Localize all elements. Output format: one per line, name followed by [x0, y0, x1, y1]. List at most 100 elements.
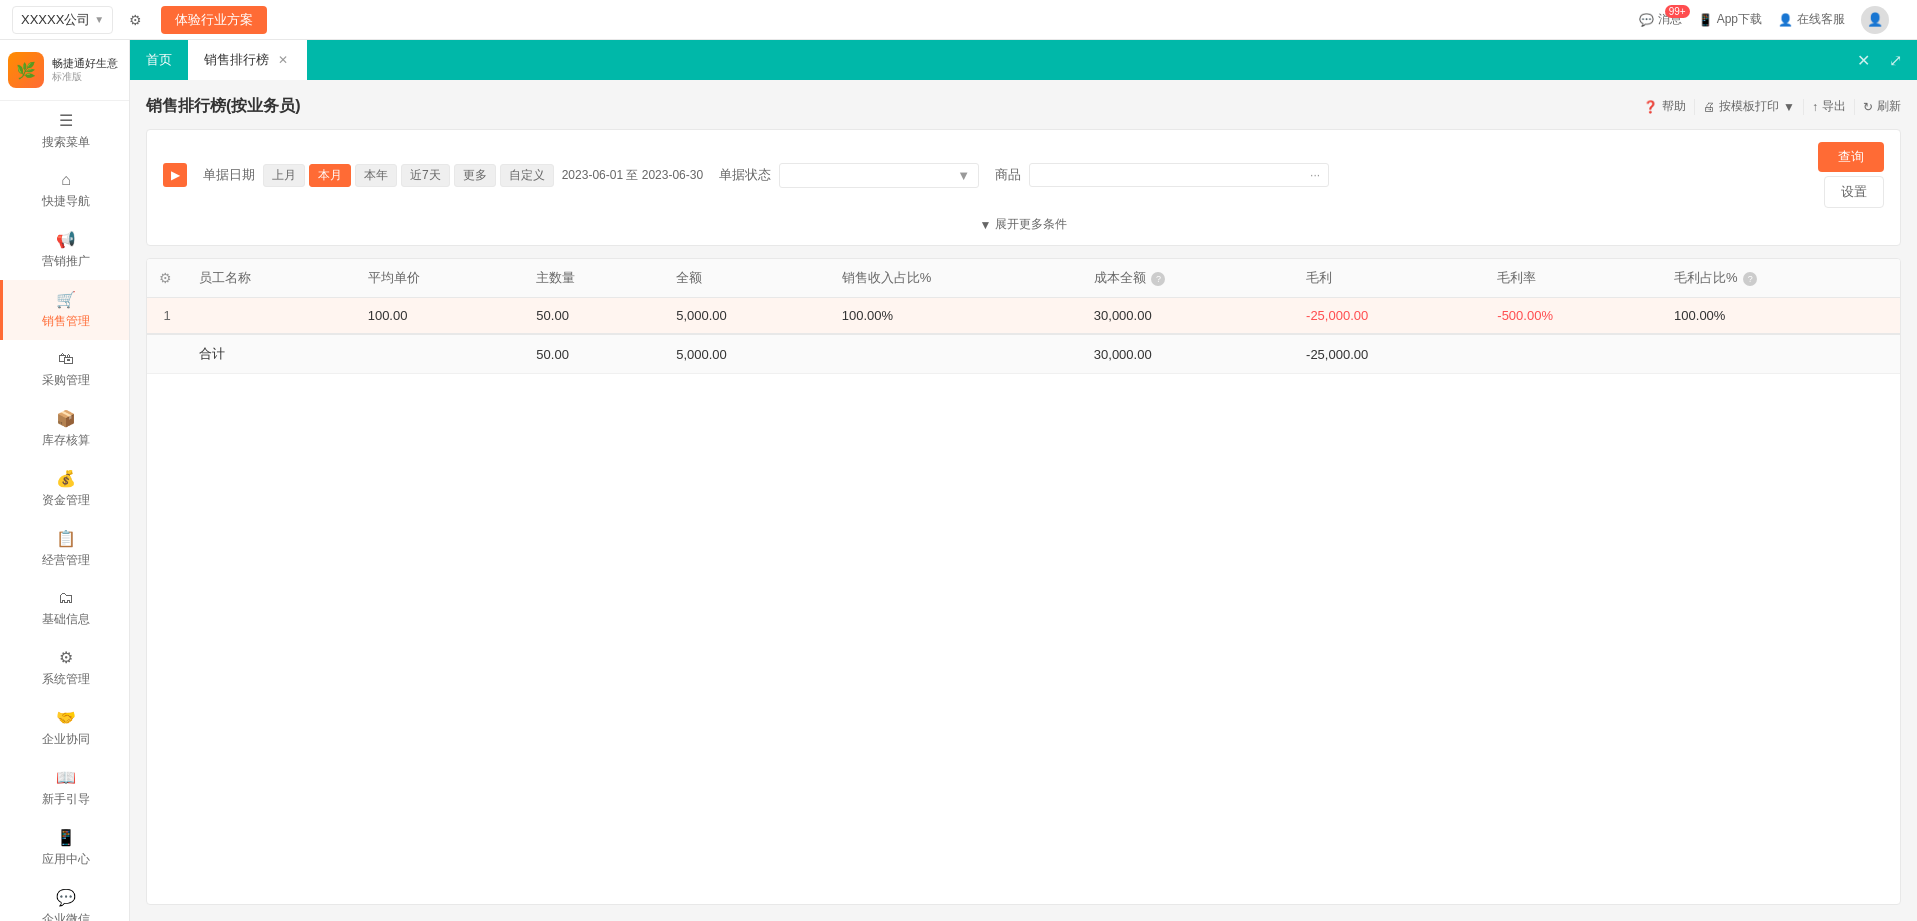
system-icon: ⚙: [59, 648, 73, 667]
query-button[interactable]: 查询: [1818, 142, 1884, 172]
sidebar-item-search-order[interactable]: ☰ 搜索菜单: [0, 101, 129, 161]
th-cost: 成本全额 ?: [1082, 259, 1294, 298]
message-badge: 99+: [1665, 5, 1690, 18]
finance-icon: 💰: [56, 469, 76, 488]
expand-label: 展开更多条件: [995, 216, 1067, 233]
sidebar-item-guide[interactable]: 📖 新手引导: [0, 758, 129, 818]
refresh-button[interactable]: ↻ 刷新: [1863, 98, 1901, 115]
settings-icon[interactable]: ⚙: [121, 6, 149, 34]
page-title: 销售排行榜(按业务员): [146, 96, 301, 117]
tab-home-label: 首页: [146, 51, 172, 69]
tab-expand-icon[interactable]: ⤢: [1881, 46, 1909, 74]
export-button[interactable]: ↑ 导出: [1812, 98, 1846, 115]
sidebar-item-wechat[interactable]: 💬 企业微信: [0, 878, 129, 921]
footer-qty: 50.00: [524, 334, 664, 374]
tab-sales-rank-label: 销售排行榜: [204, 51, 269, 69]
app-label: App下载: [1717, 11, 1762, 28]
date-btn-last-month[interactable]: 上月: [263, 164, 305, 187]
export-label: 导出: [1822, 98, 1846, 115]
avatar[interactable]: 👤: [1861, 6, 1889, 34]
sidebar-label-app-center: 应用中心: [42, 851, 90, 868]
date-btn-this-month[interactable]: 本月: [309, 164, 351, 187]
base-info-icon: 🗂: [58, 589, 74, 607]
date-btn-more[interactable]: 更多: [454, 164, 496, 187]
sidebar-label-operation: 经营管理: [42, 552, 90, 569]
tab-close-all-icon[interactable]: ✕: [1849, 46, 1877, 74]
tab-home[interactable]: 首页: [130, 40, 188, 80]
help-button[interactable]: ❓ 帮助: [1643, 98, 1686, 115]
divider-2: [1803, 99, 1804, 115]
filter-settings-button[interactable]: 设置: [1824, 176, 1884, 208]
sidebar-item-quick-nav[interactable]: ⌂ 快捷导航: [0, 161, 129, 220]
online-service-button[interactable]: 👤 在线客服: [1778, 11, 1845, 28]
goods-filter: 商品 ···: [995, 163, 1329, 187]
tab-close-icon[interactable]: ✕: [275, 52, 291, 68]
sidebar-item-base-info[interactable]: 🗂 基础信息: [0, 579, 129, 638]
sidebar-label-marketing: 营销推广: [42, 253, 90, 270]
th-gross-pct: 毛利占比% ?: [1662, 259, 1900, 298]
filter-actions: 查询 设置: [1818, 142, 1884, 208]
tab-bar-actions: ✕ ⤢: [1841, 40, 1917, 80]
footer-gross-pct: [1662, 334, 1900, 374]
goods-more-icon[interactable]: ···: [1310, 168, 1320, 182]
goods-label: 商品: [995, 166, 1021, 184]
cell-avg-price: 100.00: [356, 298, 525, 335]
sidebar-item-sales[interactable]: 🛒 销售管理: [0, 280, 129, 340]
date-btn-this-year[interactable]: 本年: [355, 164, 397, 187]
data-table: ⚙ 员工名称 平均单价 主数量 全额 销售收入占比% 成本全额 ? 毛利: [147, 259, 1900, 374]
sidebar-item-finance[interactable]: 💰 资金管理: [0, 459, 129, 519]
company-chevron: ▼: [94, 14, 104, 25]
operation-icon: 📋: [56, 529, 76, 548]
quick-nav-icon: ⌂: [61, 171, 71, 189]
company-selector[interactable]: XXXXX公司 ▼: [12, 6, 113, 34]
wechat-icon: 💬: [56, 888, 76, 907]
message-button[interactable]: 💬 消息 99+: [1639, 11, 1682, 28]
page-actions: ❓ 帮助 🖨 按模板打印 ▼ ↑ 导出: [1643, 98, 1901, 115]
date-btn-7days[interactable]: 近7天: [401, 164, 450, 187]
sidebar-item-inventory[interactable]: 📦 库存核算: [0, 399, 129, 459]
app-download-button[interactable]: 📱 App下载: [1698, 11, 1762, 28]
cost-info-icon[interactable]: ?: [1151, 272, 1165, 286]
sidebar-item-system[interactable]: ⚙ 系统管理: [0, 638, 129, 698]
footer-sales-pct: [830, 334, 1082, 374]
expand-button[interactable]: ▼ 展开更多条件: [980, 216, 1068, 233]
sidebar-label-system: 系统管理: [42, 671, 90, 688]
template-print-label: 按模板打印: [1719, 98, 1779, 115]
cell-gross-rate: -500.00%: [1485, 298, 1662, 335]
template-print-button[interactable]: 🖨 按模板打印 ▼: [1703, 98, 1795, 115]
trial-button[interactable]: 体验行业方案: [161, 6, 267, 34]
expand-row: ▼ 展开更多条件: [163, 216, 1884, 233]
print-icon: 🖨: [1703, 100, 1715, 114]
sidebar-item-purchase[interactable]: 🛍 采购管理: [0, 340, 129, 399]
status-chevron-icon: ▼: [957, 168, 970, 183]
tab-sales-rank[interactable]: 销售排行榜 ✕: [188, 40, 307, 80]
sidebar-logo: 🌿 畅捷通好生意 标准版: [0, 40, 129, 101]
service-icon: 👤: [1778, 13, 1793, 27]
sidebar-label-quick-nav: 快捷导航: [42, 193, 90, 210]
date-filter: 单据日期 上月 本月 本年 近7天 更多 自定义 2023-06-01 至 20…: [203, 164, 703, 187]
table-settings-icon[interactable]: ⚙: [159, 270, 172, 286]
filter-toggle-icon: ▶: [171, 168, 180, 182]
sidebar-item-marketing[interactable]: 📢 营销推广: [0, 220, 129, 280]
date-range: 2023-06-01 至 2023-06-30: [562, 167, 703, 184]
gross-pct-info-icon[interactable]: ?: [1743, 272, 1757, 286]
filter-toggle-button[interactable]: ▶: [163, 163, 187, 187]
sidebar-item-app-center[interactable]: 📱 应用中心: [0, 818, 129, 878]
th-gross-rate: 毛利率: [1485, 259, 1662, 298]
date-btn-custom[interactable]: 自定义: [500, 164, 554, 187]
company-name: XXXXX公司: [21, 11, 90, 29]
sales-icon: 🛒: [56, 290, 76, 309]
top-bar: XXXXX公司 ▼ ⚙ 体验行业方案 💬 消息 99+ 📱 App下载 👤 在线…: [0, 0, 1917, 40]
sidebar-label-finance: 资金管理: [42, 492, 90, 509]
status-select[interactable]: ▼: [779, 163, 979, 188]
sidebar-item-operation[interactable]: 📋 经营管理: [0, 519, 129, 579]
service-label: 在线客服: [1797, 11, 1845, 28]
top-bar-right: 💬 消息 99+ 📱 App下载 👤 在线客服 👤: [1639, 6, 1905, 34]
date-buttons: 上月 本月 本年 近7天 更多 自定义: [263, 164, 554, 187]
table-section: ⚙ 员工名称 平均单价 主数量 全额 销售收入占比% 成本全额 ? 毛利: [146, 258, 1901, 905]
date-label: 单据日期: [203, 166, 255, 184]
goods-input[interactable]: ···: [1029, 163, 1329, 187]
sidebar-item-cooperation[interactable]: 🤝 企业协同: [0, 698, 129, 758]
page-header: 销售排行榜(按业务员) ❓ 帮助 🖨 按模板打印 ▼ ↑: [146, 96, 1901, 117]
divider-3: [1854, 99, 1855, 115]
